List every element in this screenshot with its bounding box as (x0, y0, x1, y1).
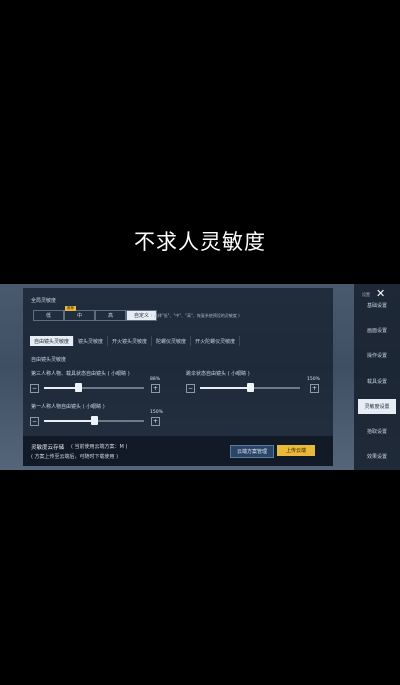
tab-fire-gyroscope[interactable]: 开火陀螺仪灵敏度 (191, 336, 241, 346)
cloud-status: ( 当前使用云端方案：M ) (71, 444, 128, 450)
upload-cloud-button[interactable]: 上传云端 (277, 445, 315, 456)
tab-gyroscope[interactable]: 陀螺仪灵敏度 (152, 336, 192, 346)
sidebar-item-basic[interactable]: 基础设置 (358, 298, 396, 313)
plus-button[interactable]: + (151, 417, 160, 426)
slider-fill (44, 420, 94, 422)
slider-fill (44, 387, 78, 389)
sidebar-item-graphics[interactable]: 画面设置 (358, 323, 396, 338)
slider-knob[interactable] (247, 383, 254, 392)
slider-label-first-person: 第一人称人物自由镜头 ( 小眼睛 ) (31, 404, 105, 410)
slider-label-parachute: 跳伞状态自由镜头 ( 小眼睛 ) (186, 371, 250, 377)
cloud-desc: ( 方案上传至云端后，可随时下载使用 ) (31, 454, 119, 460)
minus-button[interactable]: − (186, 384, 195, 393)
tab-fire-camera[interactable]: 开火镜头灵敏度 (108, 336, 153, 346)
sidebar-item-controls[interactable]: 操作设置 (358, 348, 396, 363)
slider-fill (200, 387, 250, 389)
settings-panel: 全局灵敏度 低 推荐中 高 自定义 ( 选择"低"、"中"、"高"，恢复系统预设… (23, 288, 333, 466)
tab-free-camera[interactable]: 自由镜头灵敏度 (30, 336, 75, 346)
video-caption: 不求人灵敏度 (134, 230, 266, 254)
minus-button[interactable]: − (30, 384, 39, 393)
global-sensitivity-title: 全局灵敏度 (31, 298, 57, 304)
slider-track[interactable] (44, 383, 144, 392)
plus-button[interactable]: + (151, 384, 160, 393)
section-title: 自由镜头灵敏度 (31, 357, 67, 363)
cloud-manage-button[interactable]: 云端方案管理 (230, 445, 274, 458)
minus-button[interactable]: − (30, 417, 39, 426)
slider-knob[interactable] (75, 383, 82, 392)
slider-third-person[interactable]: − + (30, 382, 162, 394)
cloud-title: 灵敏度云存储 (31, 445, 65, 451)
option-low[interactable]: 低 (33, 310, 64, 321)
global-note: ( 选择"低"、"中"、"高"，恢复系统预设的灵敏度 ) (151, 313, 240, 318)
sidebar-item-vehicle[interactable]: 载具设置 (358, 374, 396, 389)
slider-parachute[interactable]: − + (186, 382, 321, 394)
slider-label-third-person: 第三人称人物、载具状态自由镜头 ( 小眼睛 ) (31, 371, 130, 377)
option-medium[interactable]: 推荐中 (64, 306, 95, 321)
slider-track[interactable] (200, 383, 300, 392)
slider-first-person[interactable]: − + (30, 415, 162, 427)
option-high[interactable]: 高 (95, 310, 126, 321)
plus-button[interactable]: + (310, 384, 319, 393)
sidebar-item-sensitivity[interactable]: 灵敏度设置 (358, 399, 396, 414)
recommended-badge: 推荐 (65, 306, 76, 311)
sensitivity-tabs: 自由镜头灵敏度 镜头灵敏度 开火镜头灵敏度 陀螺仪灵敏度 开火陀螺仪灵敏度 (30, 336, 241, 346)
global-sensitivity-options: 低 推荐中 高 自定义 (33, 306, 157, 321)
sidebar-item-pickup[interactable]: 拾取设置 (358, 424, 396, 439)
game-settings-screen: 全局灵敏度 低 推荐中 高 自定义 ( 选择"低"、"中"、"高"，恢复系统预设… (0, 284, 400, 470)
slider-knob[interactable] (91, 416, 98, 425)
sidebar-item-effects[interactable]: 效果设置 (358, 449, 396, 464)
tab-camera[interactable]: 镜头灵敏度 (74, 336, 109, 346)
settings-sidebar: 设置 ✕ 基础设置 画面设置 操作设置 载具设置 灵敏度设置 拾取设置 效果设置 (354, 284, 400, 470)
slider-track[interactable] (44, 416, 144, 425)
cloud-storage-bar: 灵敏度云存储 ( 当前使用云端方案：M ) ( 方案上传至云端后，可随时下载使用… (23, 436, 333, 466)
